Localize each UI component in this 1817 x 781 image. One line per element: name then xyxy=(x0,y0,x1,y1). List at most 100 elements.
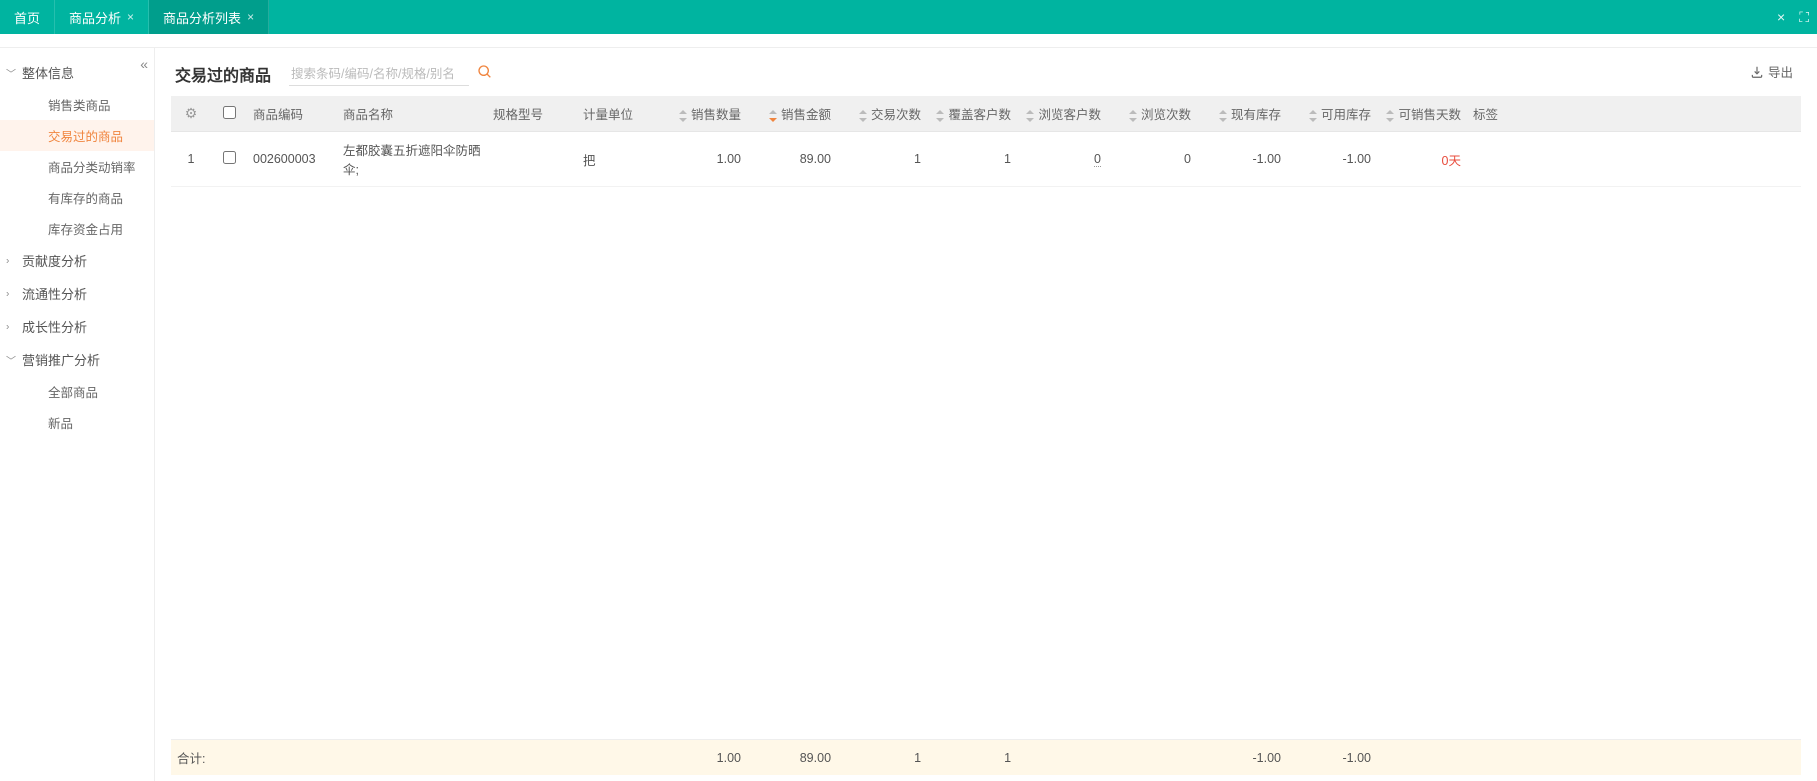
cell-saleable-days: 0天 xyxy=(1377,132,1467,187)
window-controls: × ⛶ xyxy=(1777,0,1809,34)
cell-tag xyxy=(1467,132,1801,187)
content-header: 交易过的商品 导出 xyxy=(155,48,1817,96)
export-icon xyxy=(1750,65,1764,79)
totals-sale-amount: 89.00 xyxy=(747,740,837,776)
col-name[interactable]: 商品名称 xyxy=(337,96,487,132)
sidebar-item-all-products[interactable]: 全部商品 xyxy=(0,376,154,407)
chevron-down-icon: ﹀ xyxy=(6,352,16,367)
col-trade-count[interactable]: 交易次数 xyxy=(837,96,927,132)
products-table: ⚙ 商品编码 商品名称 规格型号 计量单位 销售数量 销售金额 交易次数 xyxy=(171,96,1801,187)
col-sale-amount[interactable]: 销售金额 xyxy=(747,96,837,132)
col-unit[interactable]: 计量单位 xyxy=(577,96,657,132)
cell-browse-customers[interactable]: 0 xyxy=(1017,132,1107,187)
browse-customers-link[interactable]: 0 xyxy=(1094,152,1101,167)
col-browse-customers[interactable]: 浏览客户数 xyxy=(1017,96,1107,132)
cell-sale-qty: 1.00 xyxy=(657,132,747,187)
close-icon[interactable]: × xyxy=(127,10,134,24)
col-settings[interactable]: ⚙ xyxy=(171,96,211,132)
select-all-checkbox[interactable] xyxy=(223,106,236,119)
chevron-right-icon: › xyxy=(6,321,9,332)
totals-sale-qty: 1.00 xyxy=(657,740,747,776)
page-title: 交易过的商品 xyxy=(175,62,271,86)
totals-browse-count xyxy=(1107,740,1197,776)
col-browse-count[interactable]: 浏览次数 xyxy=(1107,96,1197,132)
sidebar-item-traded-products[interactable]: 交易过的商品 xyxy=(0,120,154,151)
chevron-down-icon: ﹀ xyxy=(6,65,16,80)
search-input[interactable] xyxy=(289,63,469,86)
content-area: 交易过的商品 导出 xyxy=(155,48,1817,781)
tab-label: 首页 xyxy=(14,8,40,27)
table-header: ⚙ 商品编码 商品名称 规格型号 计量单位 销售数量 销售金额 交易次数 xyxy=(171,96,1801,132)
col-saleable-days[interactable]: 可销售天数 xyxy=(1377,96,1467,132)
col-select-all[interactable] xyxy=(211,96,247,132)
row-checkbox[interactable] xyxy=(223,151,236,164)
tab-label: 商品分析 xyxy=(69,8,121,27)
export-button[interactable]: 导出 xyxy=(1750,62,1793,81)
sidebar: « ﹀ 整体信息 销售类商品 交易过的商品 商品分类动销率 有库存的商品 库存资… xyxy=(0,48,155,781)
totals-available-stock: -1.00 xyxy=(1287,740,1377,776)
sidebar-group-label: 营销推广分析 xyxy=(22,350,100,369)
sidebar-group-growth: › 成长性分析 xyxy=(0,310,154,343)
cell-code: 002600003 xyxy=(247,132,337,187)
export-label: 导出 xyxy=(1768,62,1793,81)
sidebar-group-label: 贡献度分析 xyxy=(22,251,87,270)
sidebar-group-header[interactable]: ﹀ 营销推广分析 xyxy=(0,343,154,376)
totals-label: 合计: xyxy=(171,740,247,776)
sidebar-group-header[interactable]: ﹀ 整体信息 xyxy=(0,56,154,89)
sidebar-group-header[interactable]: › 成长性分析 xyxy=(0,310,154,343)
totals-table: 合计: 1.00 89.00 1 1 -1.00 -1.00 xyxy=(171,739,1801,775)
totals-trade-count: 1 xyxy=(837,740,927,776)
col-code[interactable]: 商品编码 xyxy=(247,96,337,132)
col-cover-customers[interactable]: 覆盖客户数 xyxy=(927,96,1017,132)
search-wrap xyxy=(289,63,493,86)
cell-unit: 把 xyxy=(577,132,657,187)
totals-cover-customers: 1 xyxy=(927,740,1017,776)
gear-icon[interactable]: ⚙ xyxy=(185,105,198,121)
close-icon[interactable]: × xyxy=(247,10,254,24)
cell-trade-count: 1 xyxy=(837,132,927,187)
sidebar-item-stock-capital[interactable]: 库存资金占用 xyxy=(0,213,154,244)
tab-label: 商品分析列表 xyxy=(163,8,241,27)
cell-spec xyxy=(487,132,577,187)
chevron-right-icon: › xyxy=(6,255,9,266)
sidebar-group-overview: ﹀ 整体信息 销售类商品 交易过的商品 商品分类动销率 有库存的商品 库存资金占… xyxy=(0,56,154,244)
row-select[interactable] xyxy=(211,132,247,187)
sidebar-item-category-rate[interactable]: 商品分类动销率 xyxy=(0,151,154,182)
top-tab-bar: 首页 商品分析 × 商品分析列表 × × ⛶ xyxy=(0,0,1817,34)
sidebar-group-label: 流通性分析 xyxy=(22,284,87,303)
sidebar-group-header[interactable]: › 贡献度分析 xyxy=(0,244,154,277)
table-row[interactable]: 1 002600003 左都胶囊五折遮阳伞防晒伞; 把 1.00 89.00 1 xyxy=(171,132,1801,187)
col-available-stock[interactable]: 可用库存 xyxy=(1287,96,1377,132)
sidebar-group-label: 整体信息 xyxy=(22,63,74,82)
cell-available-stock: -1.00 xyxy=(1287,132,1377,187)
tab-product-analysis-list[interactable]: 商品分析列表 × xyxy=(149,0,269,34)
totals-browse-customers xyxy=(1017,740,1107,776)
sidebar-item-in-stock-products[interactable]: 有库存的商品 xyxy=(0,182,154,213)
divider xyxy=(0,34,1817,48)
cell-sale-amount: 89.00 xyxy=(747,132,837,187)
sidebar-group-liquidity: › 流通性分析 xyxy=(0,277,154,310)
col-tag[interactable]: 标签 xyxy=(1467,96,1801,132)
col-spec[interactable]: 规格型号 xyxy=(487,96,577,132)
tab-product-analysis[interactable]: 商品分析 × xyxy=(55,0,149,34)
sidebar-item-sales-products[interactable]: 销售类商品 xyxy=(0,89,154,120)
sidebar-group-contribution: › 贡献度分析 xyxy=(0,244,154,277)
cell-current-stock: -1.00 xyxy=(1197,132,1287,187)
tab-home[interactable]: 首页 xyxy=(0,0,55,34)
main-area: « ﹀ 整体信息 销售类商品 交易过的商品 商品分类动销率 有库存的商品 库存资… xyxy=(0,48,1817,781)
sidebar-group-label: 成长性分析 xyxy=(22,317,87,336)
totals-tag xyxy=(1467,740,1801,776)
cell-cover-customers: 1 xyxy=(927,132,1017,187)
col-current-stock[interactable]: 现有库存 xyxy=(1197,96,1287,132)
close-all-icon[interactable]: × xyxy=(1777,9,1785,25)
sidebar-group-header[interactable]: › 流通性分析 xyxy=(0,277,154,310)
table-area: ⚙ 商品编码 商品名称 规格型号 计量单位 销售数量 销售金额 交易次数 xyxy=(155,96,1817,781)
fullscreen-icon[interactable]: ⛶ xyxy=(1799,9,1809,26)
chevron-right-icon: › xyxy=(6,288,9,299)
col-sale-qty[interactable]: 销售数量 xyxy=(657,96,747,132)
totals-saleable-days xyxy=(1377,740,1467,776)
search-icon[interactable] xyxy=(477,64,493,84)
row-index: 1 xyxy=(171,132,211,187)
sidebar-group-marketing: ﹀ 营销推广分析 全部商品 新品 xyxy=(0,343,154,438)
sidebar-item-new-products[interactable]: 新品 xyxy=(0,407,154,438)
